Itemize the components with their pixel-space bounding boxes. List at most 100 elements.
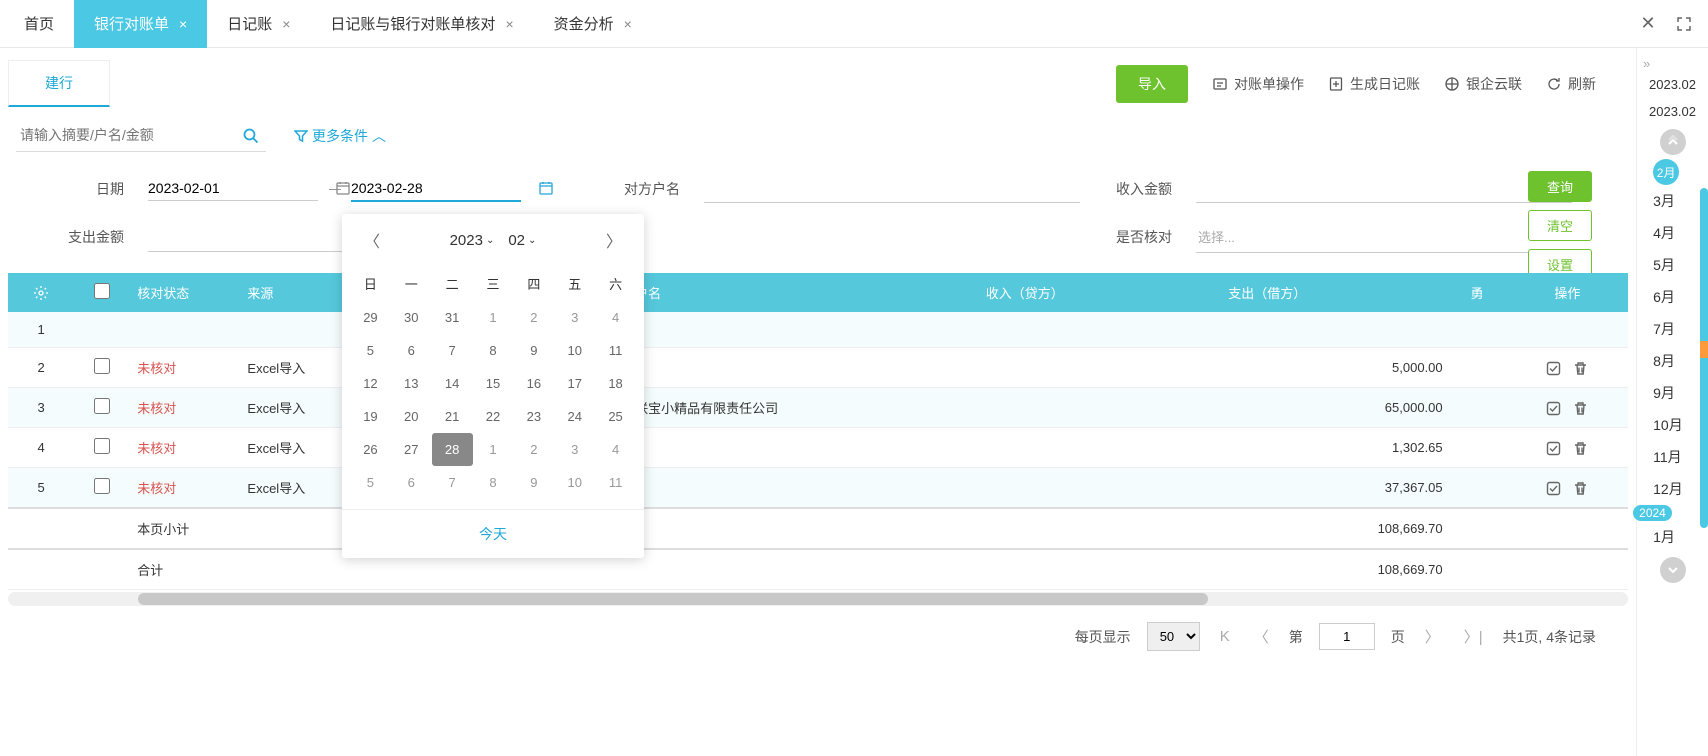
close-icon[interactable]: × (179, 16, 187, 32)
table-row[interactable]: 2未核对Excel导入5,000.00 (8, 348, 1628, 388)
calendar-day[interactable]: 11 (595, 466, 636, 499)
trash-icon[interactable] (1573, 479, 1588, 495)
table-row[interactable]: 3未核对Excel导入圳联宝小精品有限责任公司65,000.00 (8, 388, 1628, 428)
month-11月[interactable]: 11月 (1653, 441, 1692, 473)
prev-page-button[interactable]: 〈 (1250, 626, 1273, 647)
month-7月[interactable]: 7月 (1653, 313, 1692, 345)
gen-journal-button[interactable]: 生成日记账 (1328, 74, 1420, 94)
check-icon[interactable] (1546, 359, 1561, 375)
rail-year-top[interactable]: 2023.02 (1649, 71, 1696, 98)
calendar-day[interactable]: 20 (391, 400, 432, 433)
calendar-day[interactable]: 30 (391, 301, 432, 334)
month-select[interactable]: 02⌄ (508, 232, 536, 249)
table-row[interactable]: 4未核对Excel导入1,302.65 (8, 428, 1628, 468)
calendar-day[interactable]: 13 (391, 367, 432, 400)
calendar-day[interactable]: 6 (391, 466, 432, 499)
close-icon[interactable]: × (282, 16, 290, 32)
month-4月[interactable]: 4月 (1653, 217, 1692, 249)
col-gear[interactable] (8, 273, 74, 312)
calendar-day[interactable]: 8 (473, 334, 514, 367)
calendar-day[interactable]: 5 (350, 334, 391, 367)
date-from-input[interactable] (148, 176, 318, 202)
calendar-day[interactable]: 11 (595, 334, 636, 367)
calendar-day[interactable]: 1 (473, 433, 514, 466)
calendar-day[interactable]: 1 (473, 301, 514, 334)
month-12月[interactable]: 12月 (1653, 473, 1692, 505)
calendar-day[interactable]: 18 (595, 367, 636, 400)
month-2月[interactable]: 2月 (1653, 159, 1679, 185)
calendar-day[interactable]: 22 (473, 400, 514, 433)
fullscreen-icon[interactable] (1668, 8, 1700, 40)
calendar-day[interactable]: 28 (432, 433, 473, 466)
month-1月[interactable]: 1月 (1653, 521, 1692, 553)
tab-home[interactable]: 首页 (4, 0, 74, 48)
calendar-day[interactable]: 14 (432, 367, 473, 400)
scroll-up-icon[interactable] (1660, 129, 1686, 155)
calendar-day[interactable]: 31 (432, 301, 473, 334)
calendar-day[interactable]: 21 (432, 400, 473, 433)
calendar-day[interactable]: 7 (432, 334, 473, 367)
check-icon[interactable] (1546, 399, 1561, 415)
last-page-button[interactable]: 〉| (1460, 626, 1487, 647)
calendar-day[interactable]: 26 (350, 433, 391, 466)
more-conditions-toggle[interactable]: 更多条件 ︿ (294, 126, 386, 146)
calendar-day[interactable]: 9 (513, 334, 554, 367)
calendar-day[interactable]: 2 (513, 301, 554, 334)
month-9月[interactable]: 9月 (1653, 377, 1692, 409)
prev-month-button[interactable]: 〈 (358, 228, 386, 252)
calendar-day[interactable]: 6 (391, 334, 432, 367)
month-5月[interactable]: 5月 (1653, 249, 1692, 281)
col-checkbox[interactable] (74, 273, 129, 312)
import-button[interactable]: 导入 (1116, 65, 1188, 103)
statement-ops-button[interactable]: 对账单操作 (1212, 74, 1304, 94)
rail-year-top2[interactable]: 2023.02 (1649, 98, 1696, 125)
tab-journal[interactable]: 日记账× (207, 0, 310, 48)
calendar-day[interactable]: 12 (350, 367, 391, 400)
close-all-icon[interactable]: ✕ (1632, 8, 1664, 40)
row-checkbox[interactable] (94, 358, 110, 374)
calendar-day[interactable]: 29 (350, 301, 391, 334)
page-input[interactable] (1319, 623, 1375, 650)
row-checkbox[interactable] (94, 438, 110, 454)
calendar-day[interactable]: 16 (513, 367, 554, 400)
calendar-day[interactable]: 24 (554, 400, 595, 433)
calendar-day[interactable]: 3 (554, 433, 595, 466)
today-button[interactable]: 今天 (342, 509, 644, 558)
income-input[interactable] (1196, 174, 1572, 203)
calendar-day[interactable]: 10 (554, 466, 595, 499)
next-month-button[interactable]: 〉 (600, 228, 628, 252)
month-3月[interactable]: 3月 (1653, 185, 1692, 217)
calendar-day[interactable]: 27 (391, 433, 432, 466)
year-select[interactable]: 2023⌄ (450, 232, 495, 249)
calendar-day[interactable]: 5 (350, 466, 391, 499)
first-page-button[interactable]: K (1216, 628, 1234, 645)
search-input[interactable] (16, 119, 266, 152)
calendar-day[interactable]: 3 (554, 301, 595, 334)
table-row[interactable]: 1 (8, 312, 1628, 348)
bank-link-button[interactable]: 银企云联 (1444, 74, 1522, 94)
calendar-icon[interactable] (538, 179, 554, 196)
calendar-day[interactable]: 4 (595, 301, 636, 334)
calendar-day[interactable]: 8 (473, 466, 514, 499)
calendar-day[interactable]: 2 (513, 433, 554, 466)
table-row[interactable]: 5未核对Excel导入37,367.05 (8, 468, 1628, 509)
date-to-input[interactable] (351, 175, 521, 202)
tab-fund-analysis[interactable]: 资金分析× (534, 0, 652, 48)
check-icon[interactable] (1546, 439, 1561, 455)
row-checkbox[interactable] (94, 398, 110, 414)
month-10月[interactable]: 10月 (1653, 409, 1692, 441)
period-scrollbar[interactable] (1700, 188, 1708, 528)
close-icon[interactable]: × (505, 16, 513, 32)
calendar-day[interactable]: 4 (595, 433, 636, 466)
row-checkbox[interactable] (94, 478, 110, 494)
calendar-day[interactable]: 10 (554, 334, 595, 367)
refresh-button[interactable]: 刷新 (1546, 74, 1596, 94)
calendar-day[interactable]: 7 (432, 466, 473, 499)
check-icon[interactable] (1546, 479, 1561, 495)
search-icon[interactable] (242, 125, 260, 145)
horizontal-scrollbar[interactable] (8, 592, 1628, 606)
calendar-day[interactable]: 19 (350, 400, 391, 433)
trash-icon[interactable] (1573, 399, 1588, 415)
counter-input[interactable] (704, 174, 1080, 203)
clear-button[interactable]: 清空 (1528, 210, 1592, 241)
